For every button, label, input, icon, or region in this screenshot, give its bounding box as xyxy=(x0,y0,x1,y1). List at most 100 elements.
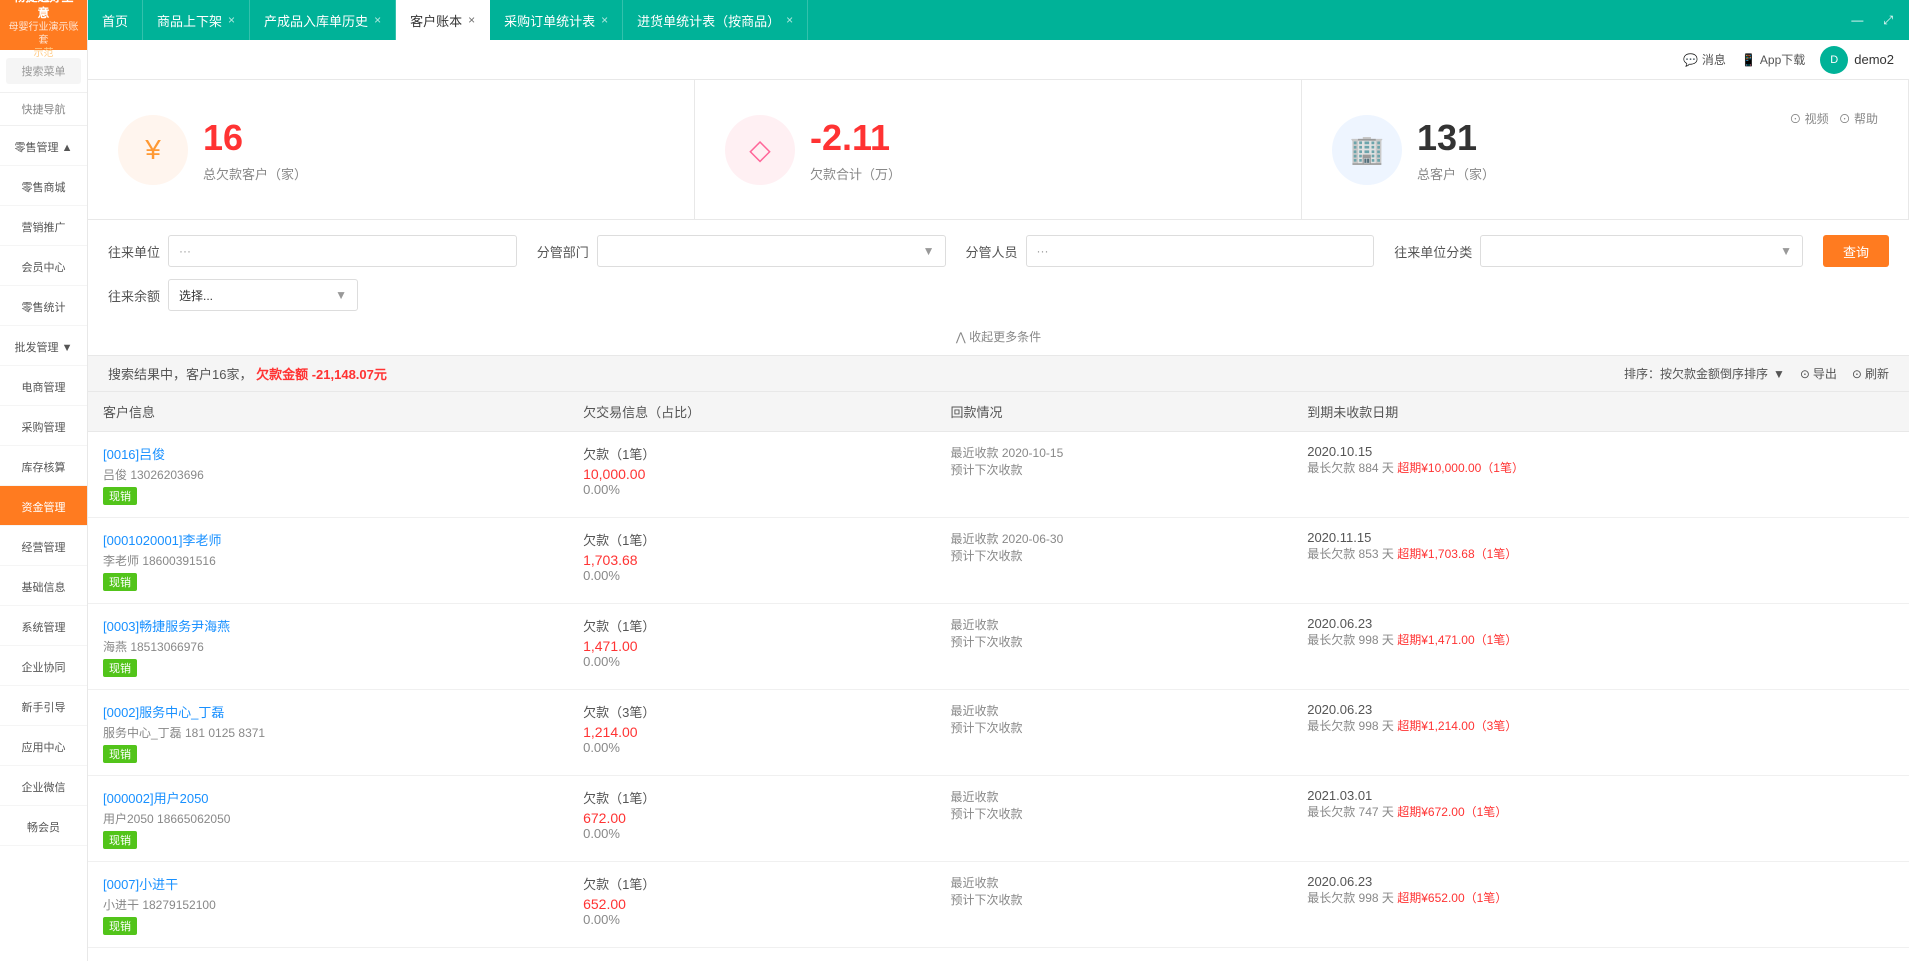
sort-label: 排序：按欠款金额倒序排序 xyxy=(1624,365,1768,382)
sidebar-item-label: 畅会员 xyxy=(5,819,82,835)
dept-select[interactable]: ▼ xyxy=(597,235,946,267)
search-button[interactable]: 查询 xyxy=(1823,235,1889,267)
debt-amount-5[interactable]: 652.00 xyxy=(583,896,920,912)
minimize-button[interactable]: — xyxy=(1845,10,1869,30)
quick-nav-item[interactable]: 快捷导航 xyxy=(0,93,87,126)
overdue-days-5: 最长欠款 998 天 超期¥652.00（1笔） xyxy=(1307,889,1894,906)
overdue-amount-link-5[interactable]: 超期¥652.00（1笔） xyxy=(1397,891,1507,905)
cell-collection-0: 最近收款 2020-10-15 预计下次收款 xyxy=(936,432,1293,518)
yuan-icon-block: ¥ xyxy=(118,115,188,185)
sidebar-item-collab[interactable]: 企业协同 xyxy=(0,646,87,686)
collapse-button[interactable]: ⋀ 收起更多条件 xyxy=(956,328,1041,345)
tab-close-icon[interactable]: × xyxy=(786,13,793,27)
next-collection-0: 预计下次收款 xyxy=(951,461,1278,478)
tab-home[interactable]: 首页 xyxy=(88,0,143,40)
user-menu[interactable]: D demo2 xyxy=(1820,46,1894,74)
stat-value-debt-amount: -2.11 xyxy=(810,116,1271,159)
sidebar-item-basic-info[interactable]: 基础信息 xyxy=(0,566,87,606)
tab-import-stats[interactable]: 进货单统计表（按商品）× xyxy=(623,0,808,40)
tab-customer-account[interactable]: 客户账本× xyxy=(396,0,490,40)
message-button[interactable]: 💬 消息 xyxy=(1683,51,1726,68)
overdue-amount-link-3[interactable]: 超期¥1,214.00（3笔） xyxy=(1397,719,1517,733)
th-debt-info: 欠交易信息（占比） xyxy=(568,392,935,432)
overdue-days-2: 最长欠款 998 天 超期¥1,471.00（1笔） xyxy=(1307,631,1894,648)
sidebar-item-operations[interactable]: 经营管理 xyxy=(0,526,87,566)
customer-name-link-0[interactable]: [0016]吕俊 xyxy=(103,444,553,463)
tab-close-icon[interactable]: × xyxy=(468,13,475,27)
export-icon: ⊙ xyxy=(1800,367,1810,381)
overdue-amount-link-2[interactable]: 超期¥1,471.00（1笔） xyxy=(1397,633,1517,647)
sidebar-item-label: 系统管理 xyxy=(5,619,82,635)
sidebar-item-wecom[interactable]: 企业微信 xyxy=(0,766,87,806)
customer-name-link-4[interactable]: [000002]用户2050 xyxy=(103,788,553,807)
sort-selector[interactable]: 排序：按欠款金额倒序排序 ▼ xyxy=(1624,365,1785,382)
overdue-amount-link-4[interactable]: 超期¥672.00（1笔） xyxy=(1397,805,1507,819)
logo-sub: 母婴行业演示账套 xyxy=(8,21,79,47)
tab-close-icon[interactable]: × xyxy=(601,13,608,27)
results-bar: 搜索结果中，客户16家， 欠款金额 -21,148.07元 排序：按欠款金额倒序… xyxy=(88,356,1909,392)
manager-input[interactable]: ··· xyxy=(1026,235,1375,267)
sidebar-item-guide[interactable]: 新手引导 xyxy=(0,686,87,726)
sidebar-item-marketing[interactable]: 营销推广 xyxy=(0,206,87,246)
filter-area: 往来单位 ··· 分管部门 ▼ 分管人员 ··· xyxy=(88,220,1909,356)
sidebar-item-ecommerce[interactable]: 电商管理 xyxy=(0,366,87,406)
sidebar-item-label: 基础信息 xyxy=(5,579,82,595)
debt-amount-2[interactable]: 1,471.00 xyxy=(583,638,920,654)
debt-amount-1[interactable]: 1,703.68 xyxy=(583,552,920,568)
category-select[interactable]: ▼ xyxy=(1480,235,1803,267)
sidebar-item-system[interactable]: 系统管理 xyxy=(0,606,87,646)
filter-label-category: 往来单位分类 xyxy=(1394,242,1472,261)
help-button[interactable]: ⊙ 帮助 xyxy=(1839,110,1878,127)
filter-label-balance: 往来余额 xyxy=(108,286,160,305)
sidebar-item-retail-stats[interactable]: 零售统计 xyxy=(0,286,87,326)
balance-select[interactable]: 选择... ▼ xyxy=(168,279,358,311)
overdue-days-3: 最长欠款 998 天 超期¥1,214.00（3笔） xyxy=(1307,717,1894,734)
debt-ratio-5: 0.00% xyxy=(583,912,920,927)
video-button[interactable]: ⊙ 视频 xyxy=(1789,110,1828,127)
sidebar-item-member[interactable]: 会员中心 xyxy=(0,246,87,286)
sidebar-item-label: 企业协同 xyxy=(5,659,82,675)
last-collection-2: 最近收款 xyxy=(951,616,1278,633)
debt-amount-4[interactable]: 672.00 xyxy=(583,810,920,826)
sidebar-item-label: 经营管理 xyxy=(5,539,82,555)
tab-purchase-stats[interactable]: 采购订单统计表× xyxy=(490,0,623,40)
export-button[interactable]: ⊙ 导出 xyxy=(1800,365,1837,382)
header-bar: 💬 消息 📱 App下载 D demo2 xyxy=(88,40,1909,80)
sidebar-item-retail-mgmt[interactable]: 零售管理 ▲ xyxy=(0,126,87,166)
main-area: 首页 商品上下架× 产成品入库单历史× 客户账本× 采购订单统计表× 进货单统计… xyxy=(88,0,1909,961)
last-collection-4: 最近收款 xyxy=(951,788,1278,805)
tab-warehouse-history[interactable]: 产成品入库单历史× xyxy=(250,0,396,40)
sidebar-item-apps[interactable]: 应用中心 xyxy=(0,726,87,766)
maximize-button[interactable]: ⤢ xyxy=(1877,10,1899,31)
debt-amount-0[interactable]: 10,000.00 xyxy=(583,466,920,482)
search-menu-button[interactable]: 搜索菜单 xyxy=(6,58,81,84)
sidebar-item-purchase[interactable]: 采购管理 xyxy=(0,406,87,446)
debt-amount-3[interactable]: 1,214.00 xyxy=(583,724,920,740)
sidebar-item-retail-mall[interactable]: 零售商城 xyxy=(0,166,87,206)
filter-manager: 分管人员 ··· xyxy=(966,235,1375,267)
sidebar-item-label: 应用中心 xyxy=(5,739,82,755)
customer-contact-3: 服务中心_丁磊 181 0125 8371 xyxy=(103,724,553,741)
tab-close-icon[interactable]: × xyxy=(228,13,235,27)
sidebar-item-inventory[interactable]: 库存核算 xyxy=(0,446,87,486)
customer-name-link-3[interactable]: [0002]服务中心_丁磊 xyxy=(103,702,553,721)
next-collection-4: 预计下次收款 xyxy=(951,805,1278,822)
next-collection-3: 预计下次收款 xyxy=(951,719,1278,736)
overdue-amount-link-0[interactable]: 超期¥10,000.00（1笔） xyxy=(1397,461,1524,475)
sidebar-item-wholesale[interactable]: 批发管理 ▼ xyxy=(0,326,87,366)
tab-product-listing[interactable]: 商品上下架× xyxy=(143,0,250,40)
customer-name-link-2[interactable]: [0003]畅捷服务尹海燕 xyxy=(103,616,553,635)
sidebar-item-vip[interactable]: 畅会员 xyxy=(0,806,87,846)
sidebar-item-label: 会员中心 xyxy=(5,259,82,275)
cell-overdue-5: 2020.06.23 最长欠款 998 天 超期¥652.00（1笔） xyxy=(1292,862,1909,948)
overdue-amount-link-1[interactable]: 超期¥1,703.68（1笔） xyxy=(1397,547,1517,561)
tab-close-icon[interactable]: × xyxy=(374,13,381,27)
app-download-button[interactable]: 📱 App下载 xyxy=(1741,51,1805,68)
counterparty-input[interactable]: ··· xyxy=(168,235,517,267)
sidebar-item-finance[interactable]: 资金管理 xyxy=(0,486,87,526)
customer-name-link-5[interactable]: [0007]小进干 xyxy=(103,874,553,893)
nav-window-actions: — ⤢ xyxy=(1835,10,1909,31)
customer-name-link-1[interactable]: [0001020001]李老师 xyxy=(103,530,553,549)
sidebar-item-label: 零售统计 xyxy=(5,299,82,315)
refresh-button[interactable]: ⊙ 刷新 xyxy=(1852,365,1889,382)
